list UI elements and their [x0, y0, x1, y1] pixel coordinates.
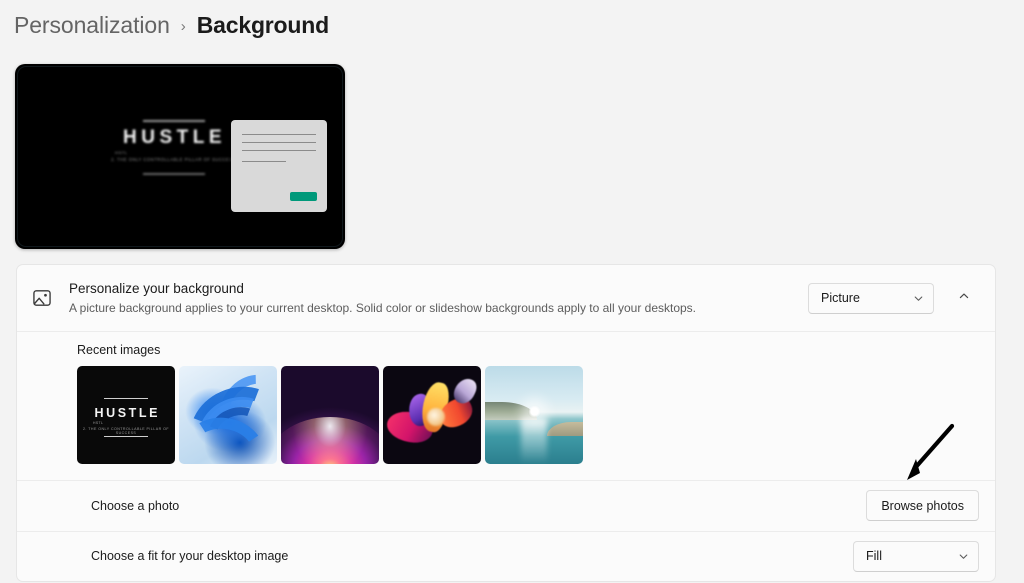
recent-images-row: Recent images HUSTLE HSTL 2. THE ONLY CO… [17, 331, 995, 480]
lake-shoreline-right [547, 422, 583, 436]
preview-document-window [231, 120, 327, 212]
chevron-down-icon [913, 293, 924, 304]
personalize-background-row[interactable]: Personalize your background A picture ba… [17, 265, 995, 331]
background-settings-card: Personalize your background A picture ba… [16, 264, 996, 582]
personalize-background-title: Personalize your background [69, 281, 244, 297]
personalize-background-description: A picture background applies to your cur… [69, 300, 697, 315]
choose-fit-label: Choose a fit for your desktop image [91, 549, 289, 563]
recent-image-lake-sunset[interactable] [485, 366, 583, 464]
personalize-background-texts: Personalize your background A picture ba… [69, 280, 808, 315]
desktop-preview-screen: HUSTLE HSTL 2. THE ONLY CONTROLLABLE PIL… [15, 64, 345, 249]
preview-rule-bottom [142, 172, 205, 175]
lake-sun [528, 405, 541, 418]
recent-image-purple-glow[interactable] [281, 366, 379, 464]
desktop-preview: HUSTLE HSTL 2. THE ONLY CONTROLLABLE PIL… [15, 64, 345, 249]
preview-wallpaper-title: HUSTLE [123, 127, 226, 148]
preview-doc-line [242, 142, 316, 143]
breadcrumb-parent-personalization[interactable]: Personalization [14, 12, 170, 39]
thumb-hustle-subtitle-small: HSTL [93, 421, 104, 425]
thumb-hustle-subtitle: 2. THE ONLY CONTROLLABLE PILLAR OF SUCCE… [82, 427, 169, 435]
recent-images-list: HUSTLE HSTL 2. THE ONLY CONTROLLABLE PIL… [77, 366, 979, 464]
thumb-rule-bottom [104, 436, 148, 437]
recent-image-hustle[interactable]: HUSTLE HSTL 2. THE ONLY CONTROLLABLE PIL… [77, 366, 175, 464]
preview-doc-line [242, 134, 316, 135]
thumb-rule-top [104, 398, 148, 399]
preview-doc-accent-button [290, 192, 317, 201]
choose-fit-row: Choose a fit for your desktop image Fill [17, 531, 995, 581]
recent-image-flower[interactable] [383, 366, 481, 464]
picture-icon [31, 287, 53, 309]
expand-collapse-button[interactable] [949, 283, 979, 313]
preview-wallpaper-subtitle: 2. THE ONLY CONTROLLABLE PILLAR OF SUCCE… [111, 156, 236, 162]
preview-doc-line [242, 150, 316, 151]
preview-doc-line [242, 161, 286, 162]
preview-wallpaper-text: HUSTLE HSTL 2. THE ONLY CONTROLLABLE PIL… [111, 120, 236, 175]
preview-rule-top [142, 120, 205, 122]
chevron-down-icon [958, 551, 969, 562]
chevron-up-icon [958, 289, 970, 307]
flower-highlight [427, 408, 445, 426]
breadcrumb: Personalization › Background [14, 12, 329, 39]
recent-images-label: Recent images [77, 343, 161, 357]
page-title: Background [196, 12, 329, 38]
choose-photo-row: Choose a photo Browse photos [17, 480, 995, 531]
background-type-value: Picture [821, 291, 860, 305]
browse-photos-button[interactable]: Browse photos [866, 490, 979, 521]
breadcrumb-separator-icon: › [180, 18, 186, 35]
choose-fit-dropdown[interactable]: Fill [853, 540, 979, 572]
glow-arc [281, 416, 379, 464]
preview-wallpaper-subtitle-small: HSTL [115, 149, 128, 155]
lake-sun-reflection [521, 418, 547, 464]
choose-fit-value: Fill [866, 549, 882, 563]
choose-photo-label: Choose a photo [91, 498, 180, 513]
recent-image-bloom[interactable] [179, 366, 277, 464]
thumb-hustle-title: HUSTLE [94, 406, 161, 420]
background-type-dropdown[interactable]: Picture [808, 282, 934, 314]
